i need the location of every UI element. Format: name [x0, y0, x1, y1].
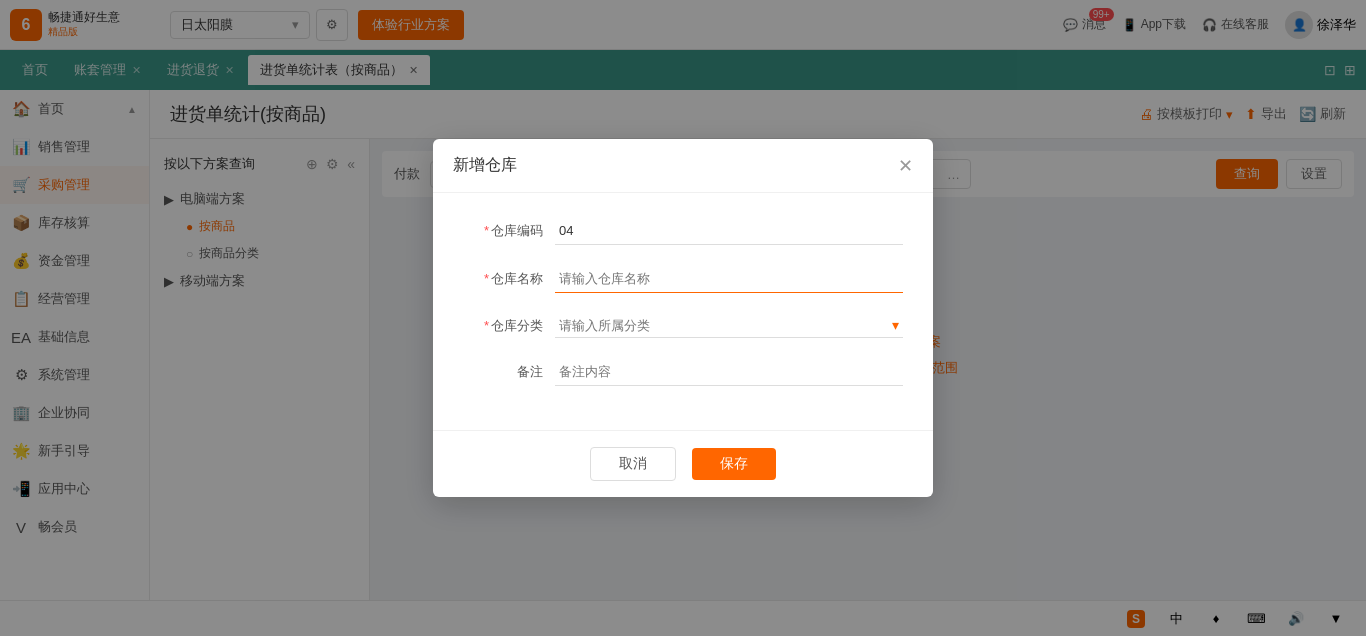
cancel-button[interactable]: 取消: [590, 447, 676, 481]
code-label: 仓库编码: [463, 222, 543, 240]
form-row-name: 仓库名称: [463, 265, 903, 293]
form-row-code: 仓库编码: [463, 217, 903, 245]
modal-overlay[interactable]: 新增仓库 ✕ 仓库编码 仓库名称 仓库分类 ▾: [0, 0, 1366, 636]
form-row-note: 备注: [463, 358, 903, 386]
category-select-input[interactable]: [559, 318, 892, 333]
save-button[interactable]: 保存: [692, 448, 776, 480]
warehouse-name-input[interactable]: [555, 265, 903, 293]
modal-footer: 取消 保存: [433, 430, 933, 497]
name-label: 仓库名称: [463, 270, 543, 288]
modal-body: 仓库编码 仓库名称 仓库分类 ▾ 备注: [433, 193, 933, 430]
category-label: 仓库分类: [463, 317, 543, 335]
modal-header: 新增仓库 ✕: [433, 139, 933, 193]
modal-title: 新增仓库: [453, 155, 517, 176]
warehouse-note-input[interactable]: [555, 358, 903, 386]
warehouse-code-input[interactable]: [555, 217, 903, 245]
modal-close-icon[interactable]: ✕: [898, 157, 913, 175]
note-label: 备注: [463, 363, 543, 381]
category-select-wrap[interactable]: ▾: [555, 313, 903, 338]
form-row-category: 仓库分类 ▾: [463, 313, 903, 338]
modal-add-warehouse: 新增仓库 ✕ 仓库编码 仓库名称 仓库分类 ▾: [433, 139, 933, 497]
category-select-arrow-icon: ▾: [892, 317, 899, 333]
